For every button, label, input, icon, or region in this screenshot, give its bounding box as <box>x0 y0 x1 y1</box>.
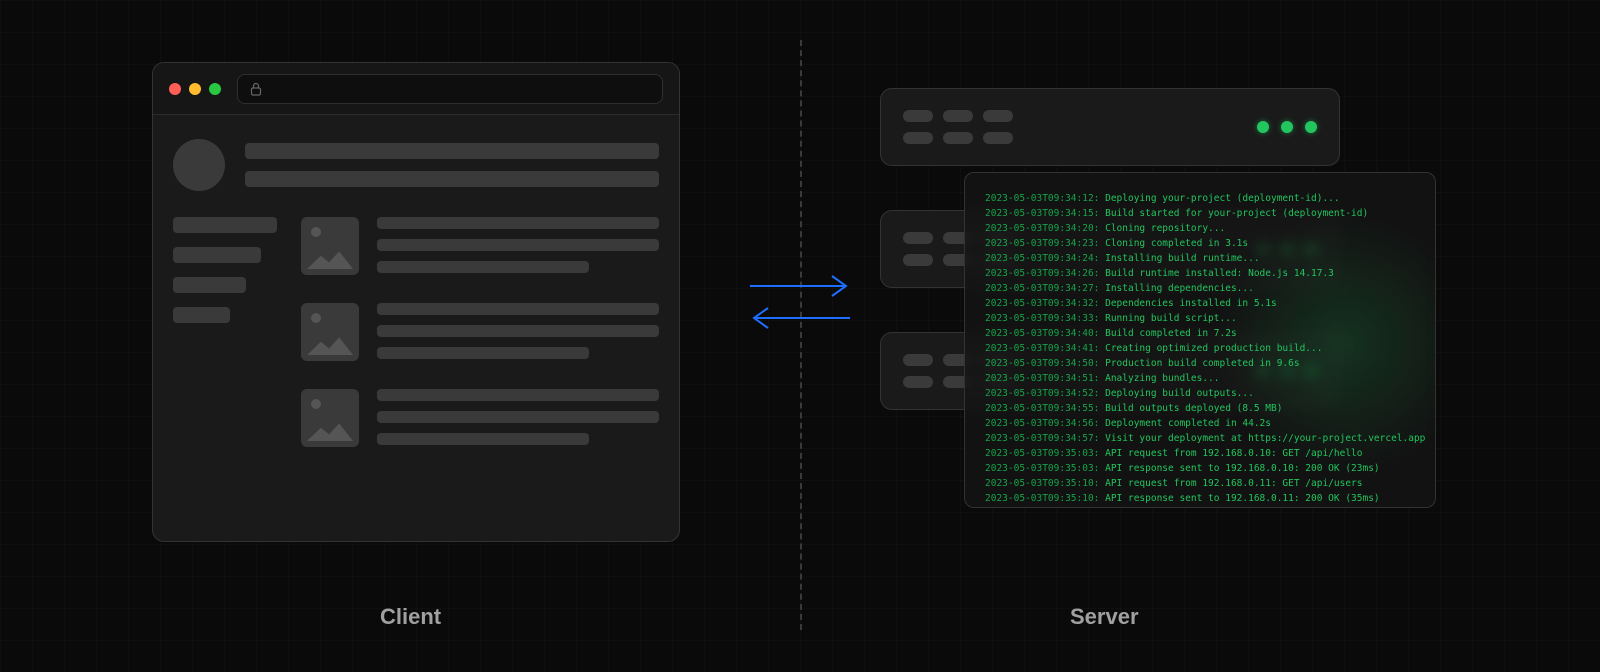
skeleton-line <box>245 171 659 187</box>
log-line: 2023-05-03T09:34:52: Deploying build out… <box>985 386 1415 401</box>
status-leds <box>1257 121 1317 133</box>
url-bar[interactable] <box>237 74 663 104</box>
avatar <box>173 139 225 191</box>
log-line: 2023-05-03T09:35:03: API response sent t… <box>985 461 1415 476</box>
log-line: 2023-05-03T09:34:56: Deployment complete… <box>985 416 1415 431</box>
skeleton-line <box>377 261 589 273</box>
server-unit <box>880 88 1340 166</box>
log-line: 2023-05-03T09:34:26: Build runtime insta… <box>985 266 1415 281</box>
log-line: 2023-05-03T09:34:40: Build completed in … <box>985 326 1415 341</box>
skeleton-line <box>173 277 246 293</box>
minimize-icon[interactable] <box>189 83 201 95</box>
browser-content <box>153 115 679 471</box>
led-icon <box>1257 121 1269 133</box>
traffic-lights <box>169 83 221 95</box>
log-line: 2023-05-03T09:34:20: Cloning repository.… <box>985 221 1415 236</box>
log-line: 2023-05-03T09:34:15: Build started for y… <box>985 206 1415 221</box>
image-icon <box>301 389 359 447</box>
feed-item <box>301 217 659 275</box>
log-line: 2023-05-03T09:34:41: Creating optimized … <box>985 341 1415 356</box>
log-line: 2023-05-03T09:35:10: API request from 19… <box>985 476 1415 491</box>
feed-skeleton <box>301 217 659 447</box>
log-line: 2023-05-03T09:34:32: Dependencies instal… <box>985 296 1415 311</box>
skeleton-line <box>245 143 659 159</box>
client-label: Client <box>380 604 441 630</box>
image-icon <box>301 217 359 275</box>
client-browser-window <box>152 62 680 542</box>
log-line: 2023-05-03T09:34:57: Visit your deployme… <box>985 431 1415 446</box>
sidebar-skeleton <box>173 217 277 447</box>
log-line: 2023-05-03T09:35:10: API response sent t… <box>985 491 1415 506</box>
feed-item <box>301 389 659 447</box>
log-line: 2023-05-03T09:34:50: Production build co… <box>985 356 1415 371</box>
image-icon <box>301 303 359 361</box>
log-line: 2023-05-03T09:34:24: Installing build ru… <box>985 251 1415 266</box>
skeleton-line <box>377 303 659 315</box>
request-response-arrows <box>740 270 860 339</box>
skeleton-line <box>377 325 659 337</box>
deployment-terminal: 2023-05-03T09:34:12: Deploying your-proj… <box>964 172 1436 508</box>
log-line: 2023-05-03T09:34:55: Build outputs deplo… <box>985 401 1415 416</box>
skeleton-line <box>377 389 659 401</box>
drive-bays <box>903 110 1013 144</box>
skeleton-line <box>377 347 589 359</box>
skeleton-line <box>377 239 659 251</box>
maximize-icon[interactable] <box>209 83 221 95</box>
browser-chrome <box>153 63 679 115</box>
skeleton-line <box>173 307 230 323</box>
server-label: Server <box>1070 604 1139 630</box>
log-line: 2023-05-03T09:34:51: Analyzing bundles..… <box>985 371 1415 386</box>
skeleton-line <box>173 217 277 233</box>
led-icon <box>1281 121 1293 133</box>
log-line: 2023-05-03T09:34:23: Cloning completed i… <box>985 236 1415 251</box>
skeleton-line <box>377 411 659 423</box>
skeleton-line <box>377 217 659 229</box>
log-line: 2023-05-03T09:34:27: Installing dependen… <box>985 281 1415 296</box>
close-icon[interactable] <box>169 83 181 95</box>
log-line: 2023-05-03T09:35:03: API request from 19… <box>985 446 1415 461</box>
skeleton-line <box>173 247 261 263</box>
led-icon <box>1305 121 1317 133</box>
log-line: 2023-05-03T09:34:33: Running build scrip… <box>985 311 1415 326</box>
log-line: 2023-05-03T09:34:12: Deploying your-proj… <box>985 191 1415 206</box>
skeleton-line <box>377 433 589 445</box>
feed-item <box>301 303 659 361</box>
lock-icon <box>250 82 262 96</box>
